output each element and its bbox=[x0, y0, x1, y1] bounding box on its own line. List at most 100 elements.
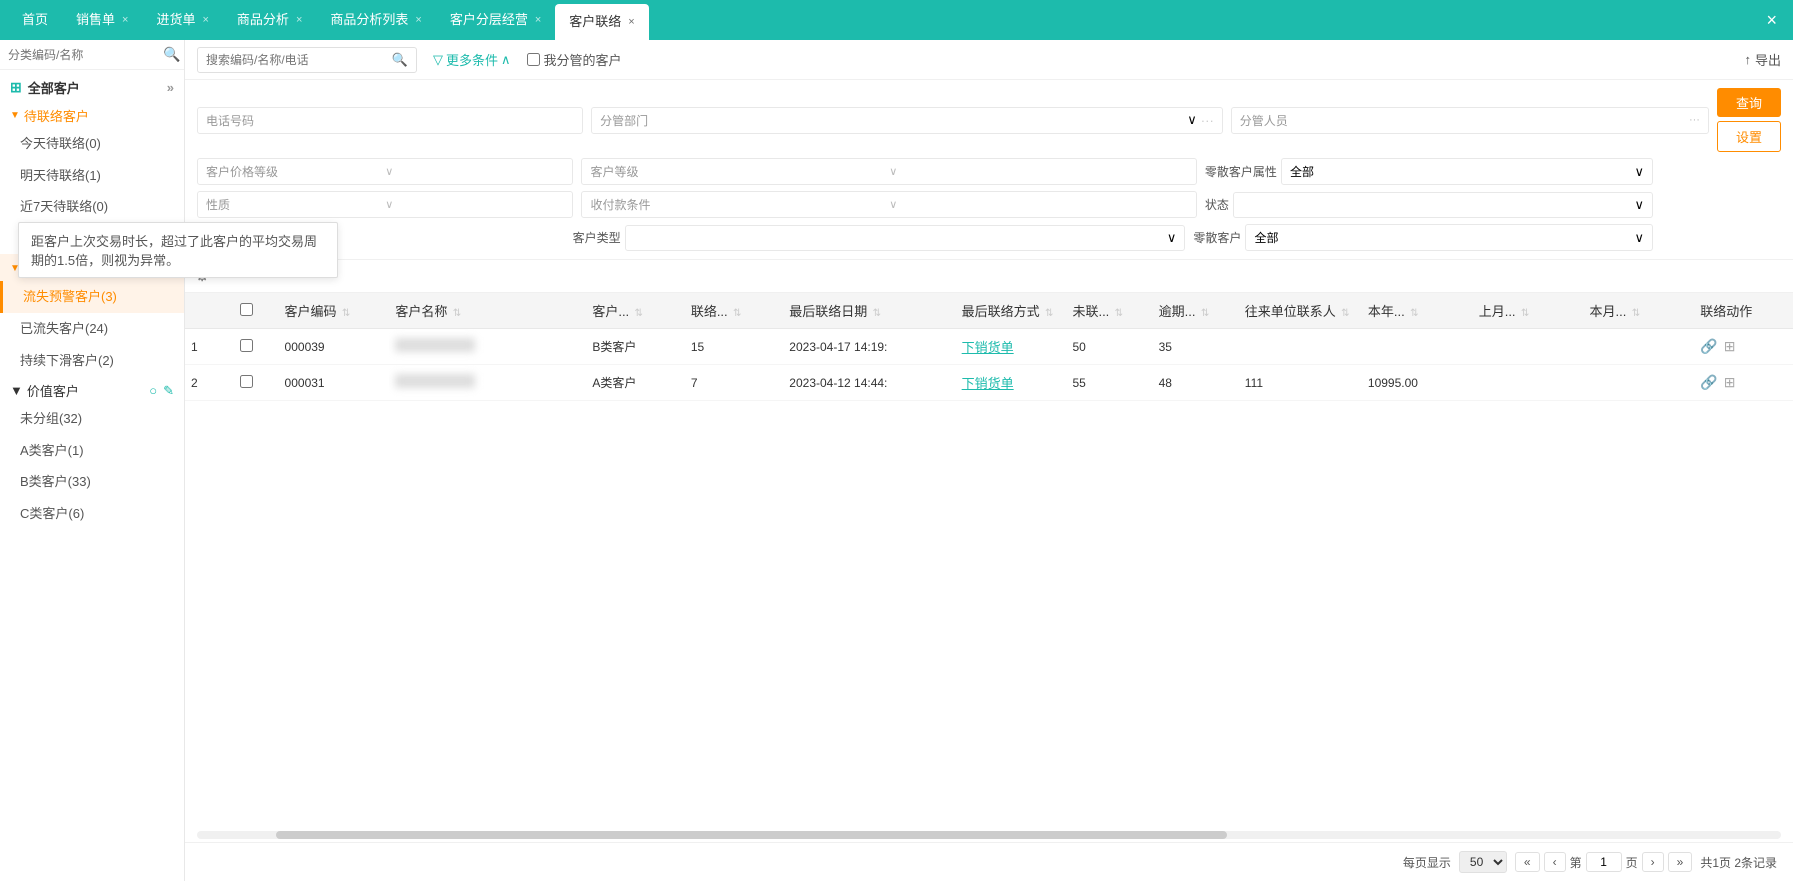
edit-group-icon[interactable]: ○ bbox=[149, 383, 157, 399]
status-select[interactable]: ∨ bbox=[1233, 192, 1653, 218]
col-header-action: 联络动作 bbox=[1694, 293, 1793, 329]
tab-customer-layer-close[interactable]: × bbox=[535, 0, 541, 40]
lastmonth-sort-icon: ⇅ bbox=[1521, 308, 1529, 319]
manage-group-icon[interactable]: ✎ bbox=[163, 383, 174, 399]
manager-field[interactable]: 分管人员 ··· bbox=[1231, 107, 1709, 134]
sidebar-search-input[interactable] bbox=[8, 48, 163, 62]
export-button[interactable]: ↑ 导出 bbox=[1744, 50, 1781, 69]
triangle-icon: ▼ bbox=[10, 110, 20, 121]
sidebar-item-class-b[interactable]: B类客户(33) bbox=[0, 466, 184, 498]
cell-overdue-2: 48 bbox=[1153, 365, 1239, 401]
filter-row-3: 性质 ∨ 收付款条件 ∨ 状态 ∨ bbox=[197, 191, 1781, 218]
select-all-checkbox[interactable] bbox=[240, 303, 253, 316]
sidebar-item-declining[interactable]: 持续下滑客户(2) bbox=[0, 345, 184, 377]
col-header-name[interactable]: 客户名称 ⇅ bbox=[389, 293, 586, 329]
table-header-row: 客户编码 ⇅ 客户名称 ⇅ 客户... ⇅ 联络... bbox=[185, 293, 1793, 329]
search-input[interactable] bbox=[206, 53, 392, 67]
page-number-input[interactable] bbox=[1586, 852, 1622, 872]
cell-person-2: 111 bbox=[1239, 365, 1362, 401]
grid-action-icon-2[interactable]: ⊞ bbox=[1724, 374, 1736, 391]
payment-terms-field[interactable]: 收付款条件 ∨ bbox=[581, 191, 1196, 218]
my-customers-check[interactable] bbox=[527, 53, 540, 66]
tab-purchase[interactable]: 进货单 × bbox=[142, 0, 222, 40]
horizontal-scrollbar[interactable] bbox=[185, 828, 1793, 842]
col-header-person[interactable]: 往来单位联系人 ⇅ bbox=[1239, 293, 1362, 329]
cell-date-2: 2023-04-12 14:44: bbox=[783, 365, 955, 401]
cell-uncontacted-2: 55 bbox=[1066, 365, 1152, 401]
method-link-1[interactable]: 下销货单 bbox=[962, 340, 1014, 355]
tab-customer-layer[interactable]: 客户分层经营 × bbox=[436, 0, 555, 40]
col-header-uncontacted[interactable]: 未联... ⇅ bbox=[1066, 293, 1152, 329]
cell-checkbox-2[interactable] bbox=[234, 365, 278, 401]
tab-customer-contact[interactable]: 客户联络 × bbox=[555, 4, 648, 40]
manager-dots-icon: ··· bbox=[1689, 114, 1700, 126]
tab-analysis-list[interactable]: 商品分析列表 × bbox=[316, 0, 435, 40]
cell-method-1[interactable]: 下销货单 bbox=[956, 329, 1067, 365]
col-header-date[interactable]: 最后联络日期 ⇅ bbox=[783, 293, 955, 329]
grid-action-icon-1[interactable]: ⊞ bbox=[1724, 338, 1736, 355]
tab-purchase-close[interactable]: × bbox=[202, 0, 208, 40]
col-header-code[interactable]: 客户编码 ⇅ bbox=[279, 293, 390, 329]
sidebar-search-icon[interactable]: 🔍 bbox=[163, 46, 180, 63]
price-level-field[interactable]: 客户价格等级 ∨ bbox=[197, 158, 573, 185]
tab-home[interactable]: 首页 bbox=[8, 0, 62, 40]
sidebar-item-class-c[interactable]: C类客户(6) bbox=[0, 498, 184, 530]
customer-level-field[interactable]: 客户等级 ∨ bbox=[581, 158, 1196, 185]
link-action-icon-1[interactable]: 🔗 bbox=[1700, 338, 1717, 355]
settings-button[interactable]: 设置 bbox=[1717, 121, 1781, 152]
department-field[interactable]: 分管部门 ∨ ··· bbox=[591, 107, 1223, 134]
first-page-button[interactable]: « bbox=[1515, 852, 1540, 872]
retail-attr-select[interactable]: 全部 ∨ bbox=[1281, 158, 1653, 185]
tab-analysis-close[interactable]: × bbox=[296, 0, 302, 40]
sidebar-item-7day-pending[interactable]: 近7天待联络(0) bbox=[0, 191, 184, 223]
col-header-year[interactable]: 本年... ⇅ bbox=[1362, 293, 1473, 329]
retail-customer-select[interactable]: 全部 ∨ bbox=[1245, 224, 1653, 251]
gender-field[interactable]: 性质 ∨ bbox=[197, 191, 573, 218]
sidebar-item-class-a[interactable]: A类客户(1) bbox=[0, 435, 184, 467]
sidebar-group-value[interactable]: ▼ 价值客户 ○ ✎ bbox=[0, 376, 184, 403]
method-link-2[interactable]: 下销货单 bbox=[962, 376, 1014, 391]
pagination: 每页显示 50 « ‹ 第 页 › » 共1页 2条记录 bbox=[185, 842, 1793, 881]
sidebar-item-loss-warning[interactable]: 流失预警客户(3) bbox=[0, 281, 184, 313]
collapse-icon[interactable]: » bbox=[167, 80, 174, 95]
type-sort-icon: ⇅ bbox=[635, 308, 643, 319]
prev-page-button[interactable]: ‹ bbox=[1544, 852, 1566, 872]
tab-analysis[interactable]: 商品分析 × bbox=[223, 0, 316, 40]
per-page-select[interactable]: 50 bbox=[1459, 851, 1507, 873]
cell-checkbox-1[interactable] bbox=[234, 329, 278, 365]
col-header-lastmonth[interactable]: 上月... ⇅ bbox=[1473, 293, 1584, 329]
tab-sales-close[interactable]: × bbox=[122, 0, 128, 40]
more-conditions-toggle[interactable]: ▽ 更多条件 ∧ bbox=[425, 46, 519, 73]
search-icon[interactable]: 🔍 bbox=[392, 52, 408, 68]
cell-method-2[interactable]: 下销货单 bbox=[956, 365, 1067, 401]
last-page-button[interactable]: » bbox=[1668, 852, 1693, 872]
scrollbar-thumb[interactable] bbox=[276, 831, 1226, 839]
sidebar-item-ungroup[interactable]: 未分组(32) bbox=[0, 403, 184, 435]
query-button[interactable]: 查询 bbox=[1717, 88, 1781, 117]
col-header-type[interactable]: 客户... ⇅ bbox=[586, 293, 684, 329]
tab-sales[interactable]: 销售单 × bbox=[62, 0, 142, 40]
link-action-icon-2[interactable]: 🔗 bbox=[1700, 374, 1717, 391]
cell-type-1: B类客户 bbox=[586, 329, 684, 365]
col-header-checkbox[interactable] bbox=[234, 293, 278, 329]
sidebar-all-customers[interactable]: ⊞ 全部客户 » bbox=[0, 70, 184, 101]
sidebar-group-pending[interactable]: ▼ 待联络客户 bbox=[0, 101, 184, 128]
customer-type-select[interactable]: ∨ bbox=[625, 225, 1186, 251]
row2-checkbox[interactable] bbox=[240, 375, 253, 388]
my-customers-checkbox[interactable]: 我分管的客户 bbox=[527, 50, 622, 69]
close-all-button[interactable]: × bbox=[1758, 10, 1785, 31]
sidebar-item-tomorrow-pending[interactable]: 明天待联络(1) bbox=[0, 160, 184, 192]
cell-uncontacted-1: 50 bbox=[1066, 329, 1152, 365]
tab-analysis-list-close[interactable]: × bbox=[415, 0, 421, 40]
phone-field[interactable]: 电话号码 bbox=[197, 107, 583, 134]
col-header-method[interactable]: 最后联络方式 ⇅ bbox=[956, 293, 1067, 329]
col-header-thismonth[interactable]: 本月... ⇅ bbox=[1584, 293, 1695, 329]
sidebar-item-today-pending[interactable]: 今天待联络(0) bbox=[0, 128, 184, 160]
col-header-contact[interactable]: 联络... ⇅ bbox=[685, 293, 783, 329]
next-page-button[interactable]: › bbox=[1642, 852, 1664, 872]
col-header-overdue[interactable]: 逾期... ⇅ bbox=[1153, 293, 1239, 329]
tab-customer-contact-close[interactable]: × bbox=[628, 4, 634, 40]
row1-checkbox[interactable] bbox=[240, 339, 253, 352]
sidebar-search-container: 🔍 bbox=[0, 40, 184, 70]
sidebar-item-lost[interactable]: 已流失客户(24) bbox=[0, 313, 184, 345]
